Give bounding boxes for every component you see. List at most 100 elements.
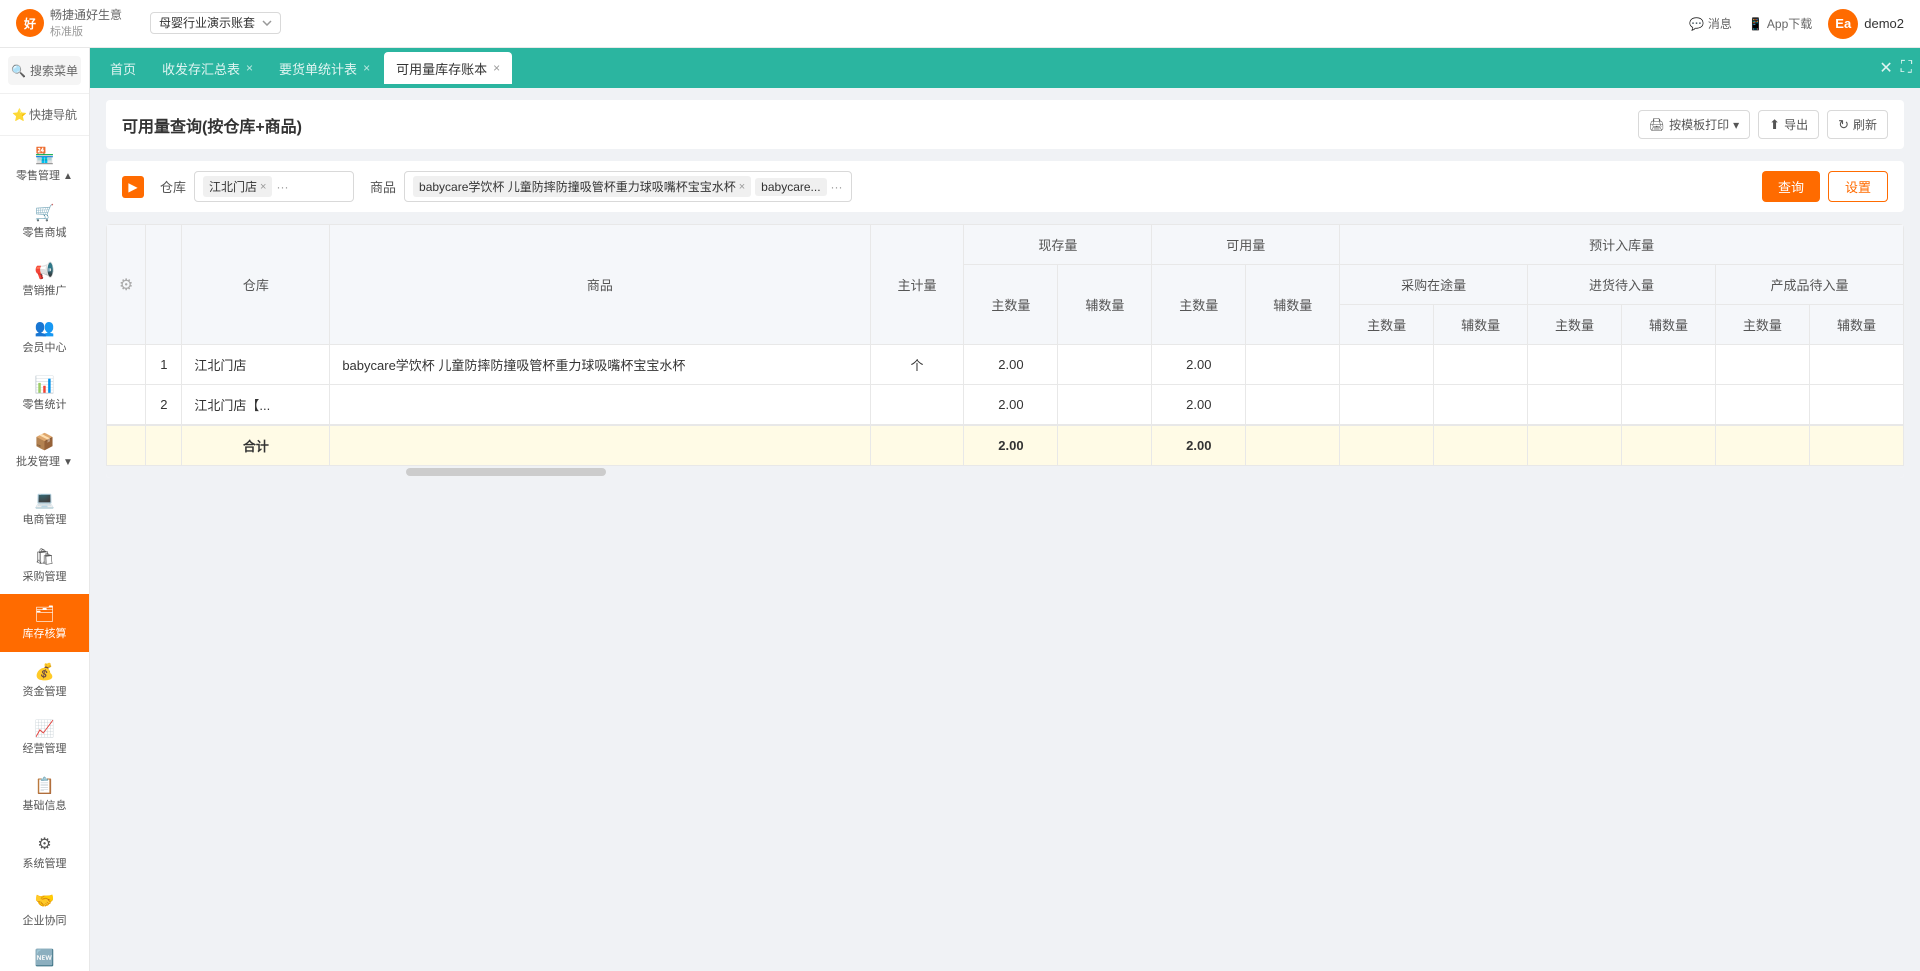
sidebar-item-wholesale-mgmt[interactable]: 📦 批发管理 ▼ (0, 422, 89, 479)
product-filter-ellipsis[interactable]: ··· (831, 180, 843, 194)
row-purchase-aux (1434, 385, 1528, 426)
query-btn[interactable]: 查询 (1762, 171, 1820, 202)
footer-products-aux (1809, 425, 1903, 466)
row-current-stock-aux (1058, 385, 1152, 426)
logo-text: 畅捷通好生意 (50, 8, 122, 22)
row-main-unit: 个 (870, 345, 964, 385)
new-guide-icon: 🆕 (35, 948, 55, 968)
industry-select[interactable]: 母婴行业演示账套 (150, 12, 281, 34)
export-btn[interactable]: ⬆ 导出 (1758, 110, 1819, 139)
export-icon: ⬆ (1769, 117, 1780, 133)
th-products-pending: 产成品待入量 (1715, 265, 1903, 305)
enterprise-collab-icon: 🤝 (35, 891, 55, 911)
row-products-aux (1809, 385, 1903, 426)
sidebar-item-finance-mgmt[interactable]: 💰 资金管理 (0, 652, 89, 709)
tab-close-all-icon[interactable]: ✕ (1879, 58, 1892, 78)
product-filter-input[interactable]: babycare学饮杯 儿童防摔防撞吸管杯重力球吸嘴杯宝宝水杯 × babyca… (404, 171, 852, 202)
system-mgmt-label: 系统管理 (23, 857, 67, 871)
warehouse-filter-tag: 江北门店 × (203, 176, 272, 197)
th-inbound-pending-main: 主数量 (1528, 305, 1622, 345)
th-available-aux: 辅数量 (1246, 265, 1340, 345)
row-available-main: 2.00 (1152, 345, 1246, 385)
industry-selector[interactable]: 母婴行业演示账套 (150, 12, 281, 34)
tab-bar-actions: ✕ ⛶ (1879, 58, 1912, 78)
row-available-aux (1246, 345, 1340, 385)
user-profile[interactable]: Ea demo2 (1828, 9, 1904, 39)
sidebar-item-enterprise-collab[interactable]: 🤝 企业协同 (0, 881, 89, 938)
tab-receive-summary[interactable]: 收发存汇总表 × (150, 52, 265, 84)
row-current-stock-main: 2.00 (964, 345, 1058, 385)
search-menu-btn[interactable]: 🔍 搜索菜单 (8, 56, 81, 85)
footer-products-main (1715, 425, 1809, 466)
sidebar-item-retail-stats[interactable]: 📊 零售统计 (0, 365, 89, 422)
th-purchase-in-transit: 采购在途量 (1340, 265, 1528, 305)
sidebar-item-basic-info[interactable]: 📋 基础信息 (0, 766, 89, 823)
product-filter-tag1: babycare学饮杯 儿童防摔防撞吸管杯重力球吸嘴杯宝宝水杯 × (413, 176, 751, 197)
warehouse-filter-input[interactable]: 江北门店 × ··· (194, 171, 354, 202)
tab-available-stock-label: 可用量库存账本 (396, 59, 487, 78)
sidebar-item-marketing[interactable]: 📢 营销推广 (0, 251, 89, 308)
sidebar-item-purchase-mgmt[interactable]: 🛍 采购管理 (0, 537, 89, 594)
th-purchase-in-transit-main: 主数量 (1340, 305, 1434, 345)
tab-available-stock-close[interactable]: × (493, 61, 500, 75)
row-settings-cell (107, 385, 146, 426)
app-download-label: App下载 (1767, 15, 1812, 32)
tab-available-stock[interactable]: 可用量库存账本 × (384, 52, 512, 84)
tab-bar: 首页 收发存汇总表 × 要货单统计表 × 可用量库存账本 × ✕ ⛶ (90, 48, 1920, 88)
table-scroll-bar[interactable] (106, 466, 1904, 478)
tab-order-stats-close[interactable]: × (363, 61, 370, 75)
sidebar-menu: 🏪 零售管理 ▲ 🛒 零售商城 📢 营销推广 👥 会员中心 📊 零售统计 📦 批… (0, 136, 89, 971)
sidebar-item-ecommerce-mgmt[interactable]: 💻 电商管理 (0, 480, 89, 537)
th-warehouse: 仓库 (182, 225, 330, 345)
row-main-unit (870, 385, 964, 426)
sidebar-item-retail-mall[interactable]: 🛒 零售商城 (0, 193, 89, 250)
quick-nav-item[interactable]: ⭐ 快捷导航 (0, 98, 89, 131)
warehouse-filter-ellipsis[interactable]: ··· (276, 180, 288, 194)
table-container: ⚙ 仓库 商品 主计量 现存量 可用量 预计入库量 主数量 辅数量 主数量 (106, 224, 1904, 478)
th-current-stock-main: 主数量 (964, 265, 1058, 345)
table-footer-row: 合计 2.00 2.00 (107, 425, 1904, 466)
ops-mgmt-icon: 📈 (35, 719, 55, 739)
scroll-thumb[interactable] (406, 468, 606, 476)
product-filter-tag2: babycare... (755, 178, 826, 196)
th-no (146, 225, 182, 345)
filter-expand-btn[interactable]: ▶ (122, 176, 144, 198)
refresh-btn[interactable]: ↻ 刷新 (1827, 110, 1888, 139)
tab-home[interactable]: 首页 (98, 52, 148, 84)
sidebar-item-ops-mgmt[interactable]: 📈 经营管理 (0, 709, 89, 766)
message-btn[interactable]: 💬 消息 (1689, 15, 1732, 32)
row-purchase-aux (1434, 345, 1528, 385)
page-header: 可用量查询(按仓库+商品) 🖨 按模板打印 ▾ ⬆ 导出 ↻ 刷新 (106, 100, 1904, 149)
settings-gear-icon[interactable]: ⚙ (119, 277, 133, 294)
top-bar-left: 好 畅捷通好生意 标准版 母婴行业演示账套 (16, 8, 281, 38)
th-settings: ⚙ (107, 225, 146, 345)
footer-inbound-aux (1622, 425, 1716, 466)
settings-btn[interactable]: 设置 (1828, 171, 1888, 202)
tab-receive-summary-close[interactable]: × (246, 61, 253, 75)
row-available-aux (1246, 385, 1340, 426)
sidebar-item-new-guide[interactable]: 🆕 新手引导 (0, 938, 89, 971)
print-label: 按模板打印 (1669, 116, 1729, 133)
sidebar-item-system-mgmt[interactable]: ⚙ 系统管理 (0, 824, 89, 881)
print-btn[interactable]: 🖨 按模板打印 ▾ (1638, 110, 1751, 139)
sidebar-item-inventory-check[interactable]: 🗂 库存核算 (0, 594, 89, 651)
sidebar-item-retail-mgmt[interactable]: 🏪 零售管理 ▲ (0, 136, 89, 193)
product-tag1-close[interactable]: × (739, 181, 745, 193)
message-icon: 💬 (1689, 17, 1704, 31)
sidebar-item-member-center[interactable]: 👥 会员中心 (0, 308, 89, 365)
app-download-btn[interactable]: 📱 App下载 (1748, 15, 1812, 32)
tab-order-stats[interactable]: 要货单统计表 × (267, 52, 382, 84)
th-main-unit: 主计量 (870, 225, 964, 345)
enterprise-collab-label: 企业协同 (23, 914, 67, 928)
footer-settings-cell (107, 425, 146, 466)
retail-mgmt-label-group: 零售管理 ▲ (16, 169, 73, 183)
logo-area: 好 畅捷通好生意 标准版 (16, 8, 122, 38)
product-tag1-text: babycare学饮杯 儿童防摔防撞吸管杯重力球吸嘴杯宝宝水杯 (419, 178, 736, 195)
inventory-check-label: 库存核算 (23, 627, 67, 641)
inventory-check-icon: 🗂 (34, 604, 54, 624)
warehouse-tag-close[interactable]: × (260, 181, 266, 193)
basic-info-label: 基础信息 (23, 799, 67, 813)
tab-fullscreen-icon[interactable]: ⛶ (1901, 59, 1912, 77)
th-products-pending-main: 主数量 (1715, 305, 1809, 345)
row-no: 2 (146, 385, 182, 426)
